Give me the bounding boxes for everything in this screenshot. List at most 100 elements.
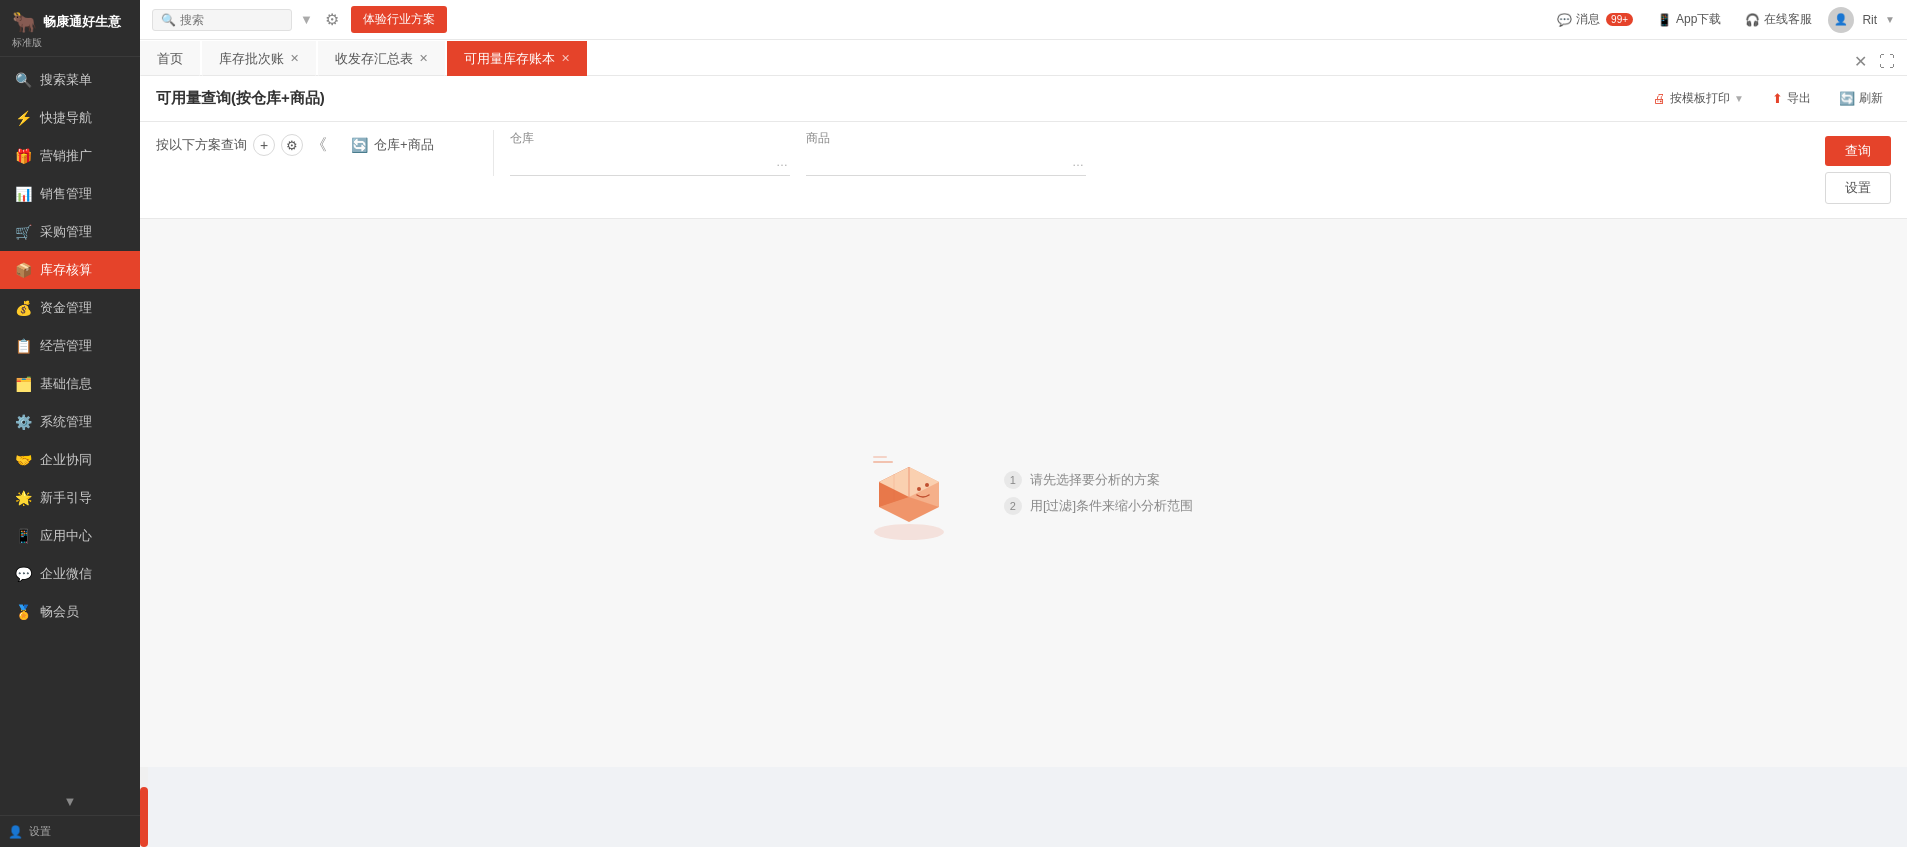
mobile-icon: 📱 — [14, 527, 32, 545]
sidebar-item-enterprise[interactable]: 🤝 企业协同 — [0, 441, 140, 479]
handshake-icon: 🤝 — [14, 451, 32, 469]
close-window-btn[interactable]: ✕ — [1850, 48, 1871, 75]
tab-batch-account[interactable]: 库存批次账 ✕ — [202, 41, 316, 76]
sidebar-item-guide[interactable]: 🌟 新手引导 — [0, 479, 140, 517]
scheme-icon: 🔄 — [351, 137, 368, 153]
filter-settings-btn[interactable]: ⚙ — [281, 134, 303, 156]
username-label[interactable]: Rit — [1862, 13, 1877, 27]
export-btn[interactable]: ⬆ 导出 — [1764, 86, 1819, 111]
folder-icon: 🗂️ — [14, 375, 32, 393]
page-header-actions: 🖨 按模板打印 ▼ ⬆ 导出 🔄 刷新 — [1645, 86, 1891, 111]
sidebar-header: 🐂 畅康通好生意 标准版 — [0, 0, 140, 57]
chat-icon: 💬 — [14, 565, 32, 583]
bell-icon: 💬 — [1557, 13, 1572, 27]
empty-tip-1: 1 请先选择要分析的方案 — [1004, 471, 1193, 489]
page-header: 可用量查询(按仓库+商品) 🖨 按模板打印 ▼ ⬆ 导出 🔄 刷新 — [140, 76, 1907, 122]
tab-window-actions: ✕ ⛶ — [1842, 48, 1907, 75]
query-btn[interactable]: 查询 — [1825, 136, 1891, 166]
filter-actions: + ⚙ 《 — [253, 133, 329, 158]
filter-field-warehouse: 仓库 … — [510, 130, 790, 176]
sidebar-item-purchase[interactable]: 🛒 采购管理 — [0, 213, 140, 251]
goods-input-container[interactable]: … — [806, 149, 1086, 176]
scrollbar-thumb[interactable] — [140, 787, 148, 847]
refresh-icon: 🔄 — [1839, 91, 1855, 106]
settings-icon[interactable]: ⚙ — [321, 6, 343, 33]
sidebar-item-basic-info[interactable]: 🗂️ 基础信息 — [0, 365, 140, 403]
print-icon: 🖨 — [1653, 91, 1666, 106]
user-icon: 👤 — [8, 825, 23, 839]
sidebar-item-finance[interactable]: 💰 资金管理 — [0, 289, 140, 327]
avatar[interactable]: 👤 — [1828, 7, 1854, 33]
empty-tips: 1 请先选择要分析的方案 2 用[过滤]条件来缩小分析范围 — [1004, 471, 1193, 515]
sidebar-item-sales[interactable]: 📊 销售管理 — [0, 175, 140, 213]
search-icon: 🔍 — [14, 71, 32, 89]
trial-btn[interactable]: 体验行业方案 — [351, 6, 447, 33]
sidebar: 🐂 畅康通好生意 标准版 🔍 搜索菜单 ⚡ 快捷导航 🎁 营销推广 📊 销售管理… — [0, 0, 140, 847]
avatar-placeholder: 👤 — [1834, 13, 1848, 26]
sidebar-item-membership[interactable]: 🏅 畅会员 — [0, 593, 140, 631]
filter-collapse-btn[interactable]: 《 — [309, 133, 329, 158]
sidebar-footer[interactable]: 👤 设置 — [0, 815, 140, 847]
sidebar-item-app-center[interactable]: 📱 应用中心 — [0, 517, 140, 555]
warehouse-more-btn[interactable]: … — [774, 153, 790, 171]
tip-num-2: 2 — [1004, 497, 1022, 515]
sidebar-item-search[interactable]: 🔍 搜索菜单 — [0, 61, 140, 99]
brand-name: 🐂 畅康通好生意 — [12, 10, 128, 34]
tab-available-ledger[interactable]: 可用量库存账本 ✕ — [447, 41, 587, 76]
sidebar-item-system[interactable]: ⚙️ 系统管理 — [0, 403, 140, 441]
gear-icon: ⚙️ — [14, 413, 32, 431]
tab-close-available-ledger[interactable]: ✕ — [561, 52, 570, 65]
print-btn[interactable]: 🖨 按模板打印 ▼ — [1645, 86, 1752, 111]
app-download-btn[interactable]: 📱 App下载 — [1649, 7, 1729, 32]
scheme-item-warehouse-goods[interactable]: 🔄 仓库+商品 — [341, 130, 481, 160]
topbar-dropdown-icon[interactable]: ▼ — [300, 12, 313, 27]
print-dropdown-icon[interactable]: ▼ — [1734, 93, 1744, 104]
warehouse-input[interactable] — [510, 155, 770, 170]
goods-input[interactable] — [806, 155, 1066, 170]
filter-add-btn[interactable]: + — [253, 134, 275, 156]
sidebar-item-marketing[interactable]: 🎁 营销推广 — [0, 137, 140, 175]
maximize-window-btn[interactable]: ⛶ — [1875, 49, 1899, 75]
cart-icon: 🛒 — [14, 223, 32, 241]
shortcut-icon: ⚡ — [14, 109, 32, 127]
empty-svg — [854, 437, 964, 547]
online-service-btn[interactable]: 🎧 在线客服 — [1737, 7, 1820, 32]
content-area: 可用量查询(按仓库+商品) 🖨 按模板打印 ▼ ⬆ 导出 🔄 刷新 — [140, 76, 1907, 767]
footer-label: 设置 — [29, 824, 51, 839]
topbar-search-container[interactable]: 🔍 — [152, 9, 292, 31]
gift-icon: 🎁 — [14, 147, 32, 165]
box-icon: 📦 — [14, 261, 32, 279]
topbar: 🔍 ▼ ⚙ 体验行业方案 💬 消息 99+ 📱 App下载 🎧 在线客服 👤 R… — [140, 0, 1907, 40]
tab-home[interactable]: 首页 — [140, 41, 200, 76]
filter-field-goods: 商品 … — [806, 130, 1086, 176]
sidebar-scroll-down[interactable]: ▼ — [0, 788, 140, 815]
medal-icon: 🏅 — [14, 603, 32, 621]
tab-close-batch-account[interactable]: ✕ — [290, 52, 299, 65]
sidebar-item-wecom[interactable]: 💬 企业微信 — [0, 555, 140, 593]
tabs-bar: 首页 库存批次账 ✕ 收发存汇总表 ✕ 可用量库存账本 ✕ ✕ ⛶ — [140, 40, 1907, 76]
user-dropdown-icon[interactable]: ▼ — [1885, 14, 1895, 25]
search-input[interactable] — [180, 13, 280, 27]
sidebar-item-inventory[interactable]: 📦 库存核算 — [0, 251, 140, 289]
svg-point-7 — [917, 487, 921, 491]
notification-btn[interactable]: 💬 消息 99+ — [1549, 7, 1641, 32]
settings-btn[interactable]: 设置 — [1825, 172, 1891, 204]
warehouse-input-container[interactable]: … — [510, 149, 790, 176]
svg-point-8 — [925, 483, 929, 487]
svg-point-0 — [874, 524, 944, 540]
filter-label: 按以下方案查询 — [156, 130, 247, 160]
warehouse-label: 仓库 — [510, 130, 790, 147]
empty-tip-2: 2 用[过滤]条件来缩小分析范围 — [1004, 497, 1193, 515]
sidebar-item-operations[interactable]: 📋 经营管理 — [0, 327, 140, 365]
star-icon: 🌟 — [14, 489, 32, 507]
chart-icon: 📊 — [14, 185, 32, 203]
tab-recv-summary[interactable]: 收发存汇总表 ✕ — [318, 41, 445, 76]
tab-close-recv-summary[interactable]: ✕ — [419, 52, 428, 65]
refresh-btn[interactable]: 🔄 刷新 — [1831, 86, 1891, 111]
money-icon: 💰 — [14, 299, 32, 317]
right-scrollbar[interactable] — [140, 767, 148, 847]
chevron-down-icon: ▼ — [64, 794, 77, 809]
sidebar-item-shortcut[interactable]: ⚡ 快捷导航 — [0, 99, 140, 137]
goods-more-btn[interactable]: … — [1070, 153, 1086, 171]
main-area: 🔍 ▼ ⚙ 体验行业方案 💬 消息 99+ 📱 App下载 🎧 在线客服 👤 R… — [140, 0, 1907, 847]
